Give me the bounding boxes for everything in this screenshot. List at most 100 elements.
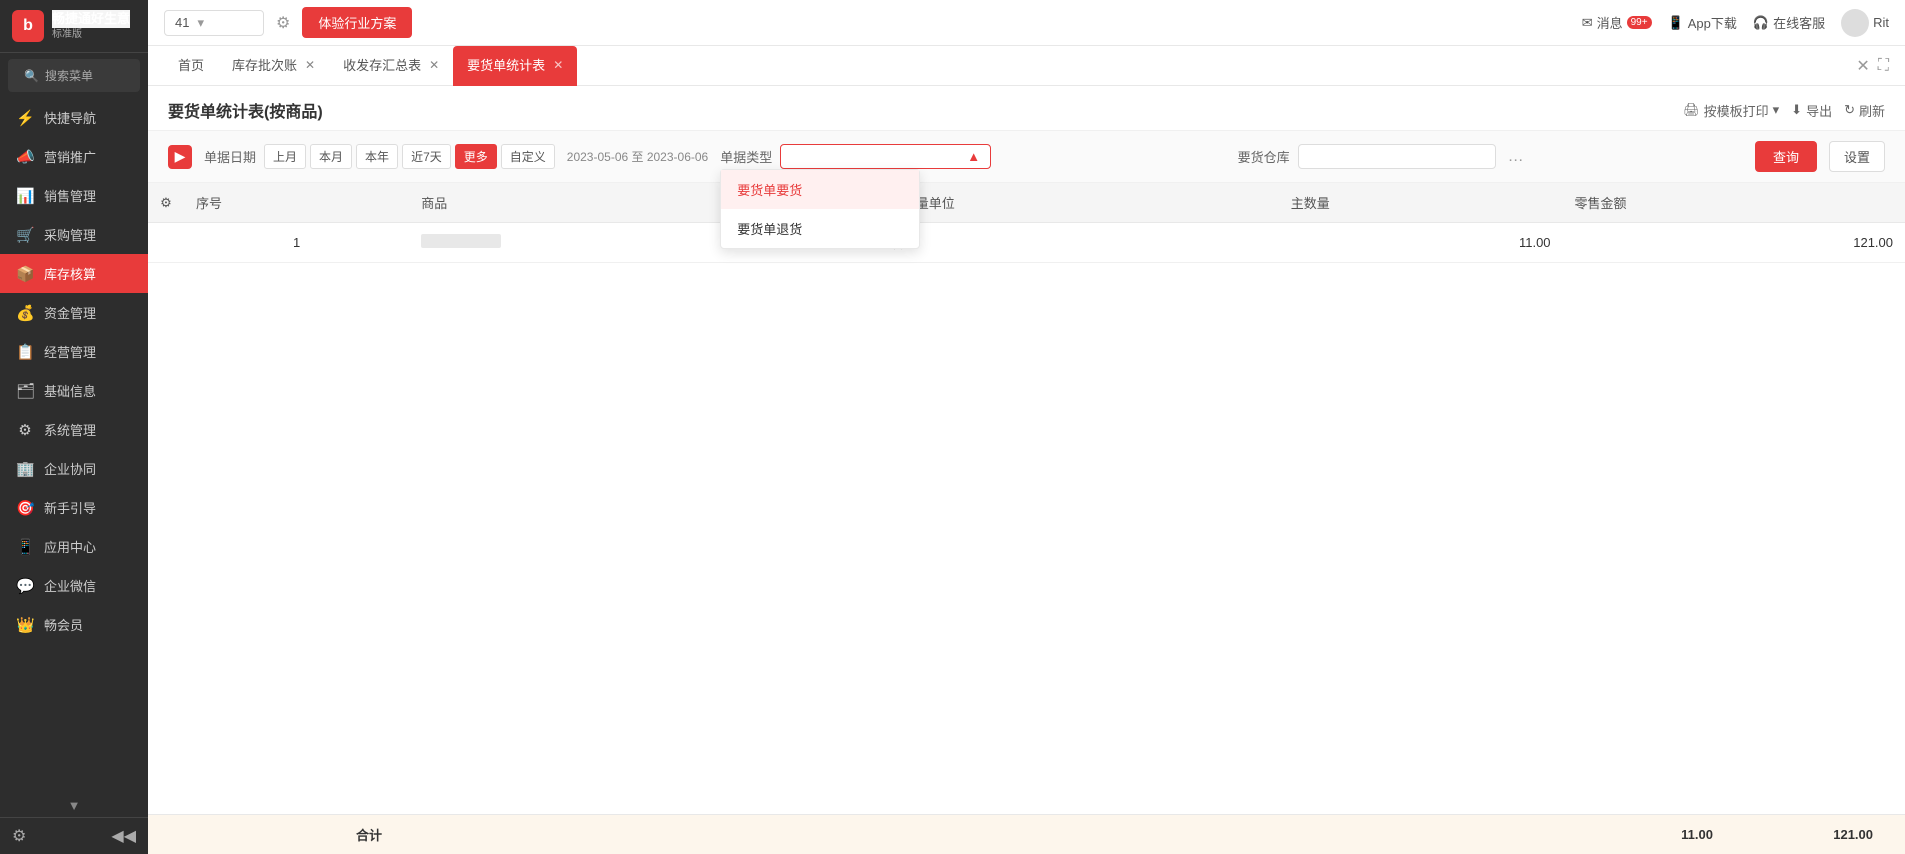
type-dropdown: 要货单要货 要货单退货 [720,169,920,249]
online-service-button[interactable]: 🎧 在线客服 [1753,13,1825,32]
table-col-qty: 主数量 [1279,183,1563,223]
sidebar-item-enterprise[interactable]: 🏢 企业协同 [0,449,148,488]
date-filter-label: 单据日期 [204,147,256,166]
table-col-num: 序号 [184,183,409,223]
message-label: 消息 [1597,13,1623,32]
message-icon: ✉ [1582,15,1593,31]
sidebar-item-guide[interactable]: 🎯 新手引导 [0,488,148,527]
sidebar-item-label: 经营管理 [44,342,96,361]
date-btn-up-month[interactable]: 上月 [264,144,306,169]
apps-icon: 📱 [16,538,34,556]
app-logo-icon: b [12,10,44,42]
date-btn-last7[interactable]: 近7天 [402,144,451,169]
tab-inventory-batch-label: 库存批次账 [232,55,297,74]
warehouse-filter-input[interactable] [1298,144,1496,169]
tab-inventory-batch[interactable]: 库存批次账 ✕ [218,46,329,86]
filter-toggle-button[interactable]: ▶ [168,145,192,169]
type-filter-input[interactable] [791,149,967,164]
table-row: 1 块 11.00 121.00 [148,223,1905,263]
online-service-label: 在线客服 [1773,13,1825,32]
sidebar-item-label: 系统管理 [44,420,96,439]
user-menu[interactable]: Rit [1841,9,1889,37]
table-cell-amount: 121.00 [1563,223,1905,263]
sidebar-item-finance[interactable]: 💰 资金管理 [0,293,148,332]
date-btn-more[interactable]: 更多 [455,144,497,169]
topbar-right: ✉ 消息 99+ 📱 App下载 🎧 在线客服 Rit [1582,9,1889,37]
refresh-button[interactable]: ↻ 刷新 [1844,101,1885,120]
filter-settings-button[interactable]: 设置 [1829,141,1885,172]
sidebar-item-wechat[interactable]: 💬 企业微信 [0,566,148,605]
message-button[interactable]: ✉ 消息 99+ [1582,13,1652,32]
sidebar-item-sales[interactable]: 📊 销售管理 [0,176,148,215]
sidebar-item-apps[interactable]: 📱 应用中心 [0,527,148,566]
clear-type-icon[interactable]: ▲ [967,149,980,164]
sidebar-item-label: 采购管理 [44,225,96,244]
export-button[interactable]: ⬇ 导出 [1791,101,1832,120]
tab-collect-summary-close[interactable]: ✕ [429,58,439,72]
date-btn-this-year[interactable]: 本年 [356,144,398,169]
sidebar-item-basic[interactable]: 🗂 基础信息 [0,371,148,410]
tab-home-label: 首页 [178,55,204,74]
topbar-gear-icon[interactable]: ⚙ [276,13,290,33]
date-buttons: 上月 本月 本年 近7天 更多 自定义 [264,144,555,169]
trial-button[interactable]: 体验行业方案 [302,7,412,38]
main-area: 41 ▾ ⚙ 体验行业方案 ✉ 消息 99+ 📱 App下载 🎧 在线客服 R [148,0,1905,854]
finance-icon: 💰 [16,304,34,322]
dropdown-item-order-return[interactable]: 要货单退货 [721,209,919,248]
sidebar-item-label: 库存核算 [44,264,96,283]
dropdown-item-order-goods[interactable]: 要货单要货 [721,170,919,209]
sidebar-nav: ⚡ 快捷导航 📣 营销推广 📊 销售管理 🛒 采购管理 📦 库存核算 💰 资金管… [0,98,148,794]
topbar: 41 ▾ ⚙ 体验行业方案 ✉ 消息 99+ 📱 App下载 🎧 在线客服 R [148,0,1905,46]
company-selector[interactable]: 41 ▾ [164,10,264,36]
tabbar-close-icon[interactable]: ✕ [1856,56,1869,76]
tab-home[interactable]: 首页 [164,46,218,86]
purchase-icon: 🛒 [16,226,34,244]
sidebar-item-label: 畅会员 [44,615,83,634]
footer-qty: 11.00 [1653,827,1773,842]
table-cell-qty: 11.00 [1279,223,1563,263]
sidebar-item-operations[interactable]: 📋 经营管理 [0,332,148,371]
table-col-unit: 主计量单位 [878,183,1279,223]
sidebar-item-quick-nav[interactable]: ⚡ 快捷导航 [0,98,148,137]
print-chevron-icon: ▾ [1773,102,1780,118]
table-container: ⚙ 序号 商品 主计量单位 主数量 零售金额 1 [148,183,1905,814]
sidebar: b 畅捷通好生意 标准版 🔍 搜索菜单 ⚡ 快捷导航 📣 营销推广 📊 销售管理… [0,0,148,854]
collapse-sidebar-icon[interactable]: ◀◀ [111,826,136,846]
sidebar-search[interactable]: 🔍 搜索菜单 [8,59,140,92]
search-icon: 🔍 [24,69,39,83]
sidebar-item-label: 基础信息 [44,381,96,400]
sidebar-item-inventory[interactable]: 📦 库存核算 [0,254,148,293]
filter-more-icon[interactable]: … [1504,148,1528,166]
quick-nav-icon: ⚡ [16,109,34,127]
avatar [1841,9,1869,37]
query-button[interactable]: 查询 [1755,141,1817,172]
sidebar-item-system[interactable]: ⚙ 系统管理 [0,410,148,449]
date-btn-custom[interactable]: 自定义 [501,144,555,169]
system-icon: ⚙ [16,421,34,439]
app-download-button[interactable]: 📱 App下载 [1668,13,1737,32]
table-body: 1 块 11.00 121.00 [148,223,1905,263]
date-btn-this-month[interactable]: 本月 [310,144,352,169]
print-label: 按模板打印 [1704,101,1769,120]
enterprise-icon: 🏢 [16,460,34,478]
tab-order-summary-close[interactable]: ✕ [553,58,563,72]
sidebar-item-marketing[interactable]: 📣 营销推广 [0,137,148,176]
export-label: 导出 [1806,101,1832,120]
sidebar-item-label: 营销推广 [44,147,96,166]
sidebar-item-member[interactable]: 👑 畅会员 [0,605,148,644]
sidebar-bottom: ⚙ ◀◀ [0,817,148,854]
sidebar-scroll-down[interactable]: ▼ [0,794,148,817]
sidebar-item-purchase[interactable]: 🛒 采购管理 [0,215,148,254]
tab-collect-summary[interactable]: 收发存汇总表 ✕ [329,46,453,86]
print-button[interactable]: 🖨 按模板打印 ▾ [1683,101,1779,120]
settings-bottom-icon[interactable]: ⚙ [12,826,26,846]
tabbar-expand-icon[interactable]: ⛶ [1878,57,1889,75]
basic-icon: 🗂 [16,382,34,400]
chevron-down-icon: ▾ [197,15,204,31]
tab-order-summary[interactable]: 要货单统计表 ✕ [453,46,577,86]
sidebar-item-label: 销售管理 [44,186,96,205]
table-col-gear[interactable]: ⚙ [148,183,184,223]
warehouse-filter-section: 要货仓库 … [1238,144,1743,169]
tab-inventory-batch-close[interactable]: ✕ [305,58,315,72]
sidebar-item-label: 资金管理 [44,303,96,322]
